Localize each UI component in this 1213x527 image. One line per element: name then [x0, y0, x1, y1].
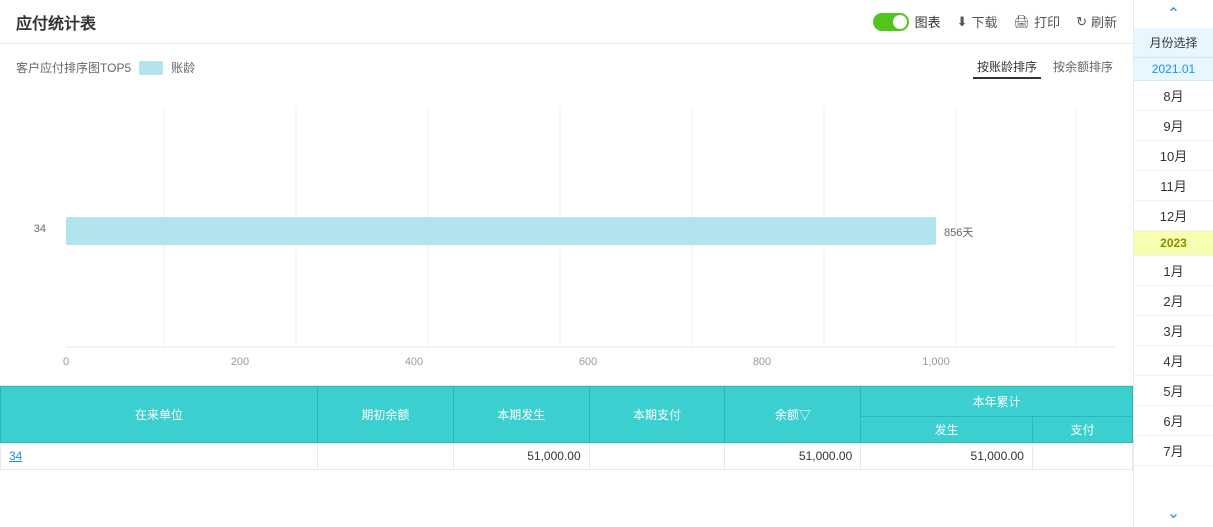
svg-text:400: 400 — [405, 356, 423, 368]
chart-section: 客户应付排序图TOP5 账龄 按账龄排序 按余额排序 34 — [0, 44, 1133, 385]
header: 应付统计表 图表 ⬇ 下载 🖨 打印 ↻ 刷新 — [0, 0, 1133, 44]
cell-payment — [589, 443, 725, 470]
sidebar-month-item[interactable]: 7月 — [1134, 436, 1213, 466]
toggle-label: 图表 — [915, 12, 941, 31]
chart-toggle-wrap: 图表 — [873, 12, 941, 31]
sidebar-month-item[interactable]: 3月 — [1134, 316, 1213, 346]
sidebar-month-item[interactable]: 8月 — [1134, 81, 1213, 111]
sidebar-month-item[interactable]: 10月 — [1134, 141, 1213, 171]
bar-end-label: 856天 — [944, 227, 973, 239]
table-section: 在来单位 期初余额 本期发生 本期支付 余额▽ 本年累计 发生 支付 34 — [0, 385, 1133, 527]
sidebar-scroll-up[interactable]: ⌃ — [1134, 0, 1213, 28]
sort-by-age-button[interactable]: 按账龄排序 — [973, 56, 1041, 79]
sidebar-month-item[interactable]: 1月 — [1134, 256, 1213, 286]
sidebar-month-item[interactable]: 12月 — [1134, 201, 1213, 231]
sidebar-month-item[interactable]: 6月 — [1134, 406, 1213, 436]
chart-bar — [66, 217, 936, 245]
download-button[interactable]: ⬇ 下载 — [957, 12, 998, 31]
col-payment: 本期支付 — [589, 387, 725, 443]
print-label: 打印 — [1034, 12, 1060, 31]
sidebar-month-item[interactable]: 11月 — [1134, 171, 1213, 201]
col-unit: 在来单位 — [1, 387, 318, 443]
refresh-button[interactable]: ↻ 刷新 — [1076, 12, 1117, 31]
svg-text:1,000: 1,000 — [922, 356, 950, 368]
sidebar-month-item[interactable]: 5月 — [1134, 376, 1213, 406]
unit-link[interactable]: 34 — [9, 449, 22, 463]
sidebar-month-list: 8月9月10月11月12月20231月2月3月4月5月6月7月 — [1134, 81, 1213, 499]
cell-balance: 51,000.00 — [725, 443, 861, 470]
sidebar-month-item[interactable]: 4月 — [1134, 346, 1213, 376]
table-header-row1: 在来单位 期初余额 本期发生 本期支付 余额▽ 本年累计 — [1, 387, 1133, 417]
page-title: 应付统计表 — [16, 10, 96, 34]
sidebar: ⌃ 月份选择 2021.01 8月9月10月11月12月20231月2月3月4月… — [1133, 0, 1213, 527]
sidebar-month-item[interactable]: 9月 — [1134, 111, 1213, 141]
col-ytd: 本年累计 — [861, 387, 1133, 417]
refresh-label: 刷新 — [1091, 12, 1117, 31]
col-ytd-payment: 支付 — [1032, 417, 1132, 443]
download-label: 下载 — [972, 12, 998, 31]
refresh-icon: ↻ — [1076, 14, 1087, 30]
chart-canvas: 34 856天 0 — [16, 87, 1117, 377]
table-body: 34 51,000.00 51,000.00 51,000.00 — [1, 443, 1133, 470]
download-icon: ⬇ — [957, 14, 968, 30]
cell-ytd-occurrence: 51,000.00 — [861, 443, 1033, 470]
col-ytd-occurrence: 发生 — [861, 417, 1033, 443]
y-axis-label: 34 — [34, 223, 46, 235]
chart-sort-buttons: 按账龄排序 按余额排序 — [973, 56, 1117, 79]
sidebar-month-item[interactable]: 2月 — [1134, 286, 1213, 316]
svg-text:200: 200 — [231, 356, 249, 368]
cell-occurrence: 51,000.00 — [453, 443, 589, 470]
svg-text:800: 800 — [753, 356, 771, 368]
chart-header: 客户应付排序图TOP5 账龄 按账龄排序 按余额排序 — [16, 56, 1117, 79]
sort-by-balance-button[interactable]: 按余额排序 — [1049, 56, 1117, 79]
chart-legend-label: 账龄 — [171, 59, 195, 76]
chart-svg: 34 856天 0 — [16, 87, 1117, 377]
legend-color-box — [139, 61, 163, 75]
sidebar-header: 月份选择 — [1134, 28, 1213, 58]
data-table: 在来单位 期初余额 本期发生 本期支付 余额▽ 本年累计 发生 支付 34 — [0, 386, 1133, 470]
cell-unit: 34 — [1, 443, 318, 470]
sidebar-current-value: 2021.01 — [1134, 58, 1213, 81]
cell-opening — [317, 443, 453, 470]
cell-ytd-payment — [1032, 443, 1132, 470]
chart-legend: 客户应付排序图TOP5 账龄 — [16, 59, 195, 76]
table-row: 34 51,000.00 51,000.00 51,000.00 — [1, 443, 1133, 470]
col-balance: 余额▽ — [725, 387, 861, 443]
chart-toggle[interactable] — [873, 13, 909, 31]
sidebar-month-item[interactable]: 2023 — [1134, 231, 1213, 256]
col-occurrence: 本期发生 — [453, 387, 589, 443]
col-opening: 期初余额 — [317, 387, 453, 443]
svg-text:0: 0 — [63, 356, 69, 368]
sidebar-scroll-down[interactable]: ⌄ — [1134, 499, 1213, 527]
print-icon: 🖨 — [1014, 14, 1031, 30]
chart-legend-title: 客户应付排序图TOP5 — [16, 59, 131, 76]
print-button[interactable]: 🖨 打印 — [1014, 12, 1061, 31]
header-actions: 图表 ⬇ 下载 🖨 打印 ↻ 刷新 — [873, 12, 1117, 31]
svg-text:600: 600 — [579, 356, 597, 368]
